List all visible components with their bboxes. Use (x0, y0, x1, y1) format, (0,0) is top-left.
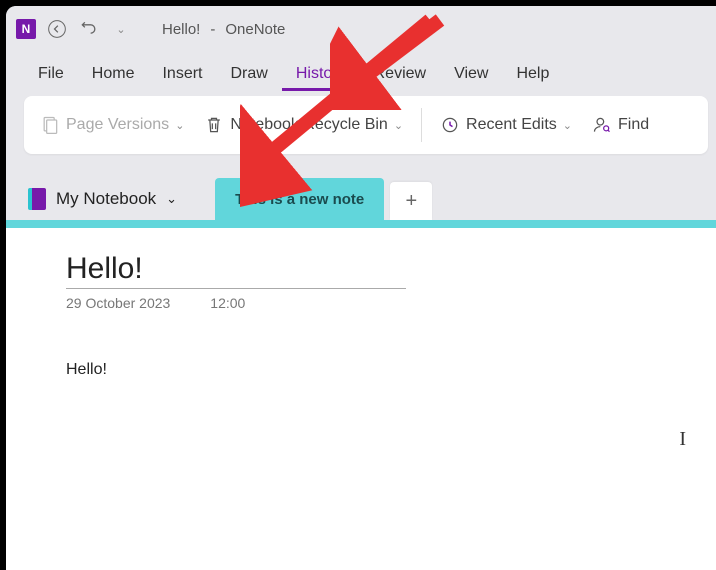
ribbon-separator (421, 108, 422, 142)
arrow-left-icon (47, 19, 67, 39)
section-tab-label: This is a new note (235, 191, 364, 208)
clock-icon (440, 115, 460, 135)
notebook-recycle-bin-label: Notebook Recycle Bin (230, 116, 387, 134)
section-tab[interactable]: This is a new note (215, 178, 384, 220)
page-timestamp: 29 October 2023 12:00 (66, 295, 656, 311)
add-section-button[interactable]: + (390, 182, 432, 220)
text-cursor-icon: I (679, 428, 686, 451)
titlebar: N ⌄ Hello! - OneNote (6, 6, 716, 52)
page-versions-button[interactable]: Page Versions ⌄ (34, 111, 190, 139)
undo-button[interactable] (78, 18, 100, 40)
plus-icon: + (405, 190, 417, 213)
quick-access-customize[interactable]: ⌄ (110, 18, 132, 40)
trash-icon (204, 115, 224, 135)
window-title-app: OneNote (225, 21, 285, 38)
menu-review[interactable]: Review (360, 57, 440, 91)
page-versions-icon (40, 115, 60, 135)
window-title-doc: Hello! (162, 21, 200, 38)
chevron-down-icon: ⌄ (166, 191, 177, 207)
page-title[interactable]: Hello! (66, 252, 406, 289)
menu-view[interactable]: View (440, 57, 502, 91)
menu-history[interactable]: History (282, 57, 360, 91)
window-title-sep: - (210, 21, 215, 38)
chevron-down-icon: ⌄ (116, 23, 125, 36)
notebook-selector[interactable]: My Notebook ⌄ (28, 188, 207, 220)
find-label: Find (618, 116, 649, 134)
recent-edits-label: Recent Edits (466, 116, 557, 134)
find-by-author-button[interactable]: Find (586, 111, 655, 139)
menu-home[interactable]: Home (78, 57, 149, 91)
notebook-row: My Notebook ⌄ This is a new note + (6, 168, 716, 220)
menu-help[interactable]: Help (502, 57, 563, 91)
person-search-icon (592, 115, 612, 135)
menu-insert[interactable]: Insert (148, 57, 216, 91)
undo-icon (79, 19, 99, 39)
menu-draw[interactable]: Draw (216, 57, 281, 91)
app-window: N ⌄ Hello! - OneNote File Home Insert Dr… (6, 6, 716, 570)
page-body[interactable]: Hello! (66, 361, 656, 379)
menubar: File Home Insert Draw History Review Vie… (6, 52, 716, 96)
back-button[interactable] (46, 18, 68, 40)
recent-edits-button[interactable]: Recent Edits ⌄ (434, 111, 578, 139)
notebook-name: My Notebook (56, 189, 156, 209)
chevron-down-icon: ⌄ (563, 119, 572, 132)
chevron-down-icon: ⌄ (175, 119, 184, 132)
page-time: 12:00 (210, 295, 245, 311)
menu-file[interactable]: File (24, 57, 78, 91)
chevron-down-icon: ⌄ (394, 119, 403, 132)
onenote-app-icon: N (16, 19, 36, 39)
section-color-bar (6, 220, 716, 228)
notebook-icon (28, 188, 46, 210)
page-versions-label: Page Versions (66, 116, 169, 134)
note-page[interactable]: Hello! 29 October 2023 12:00 Hello! I (6, 228, 716, 570)
ribbon: Page Versions ⌄ Notebook Recycle Bin ⌄ R… (24, 96, 708, 154)
notebook-recycle-bin-button[interactable]: Notebook Recycle Bin ⌄ (198, 111, 409, 139)
page-date: 29 October 2023 (66, 295, 170, 311)
